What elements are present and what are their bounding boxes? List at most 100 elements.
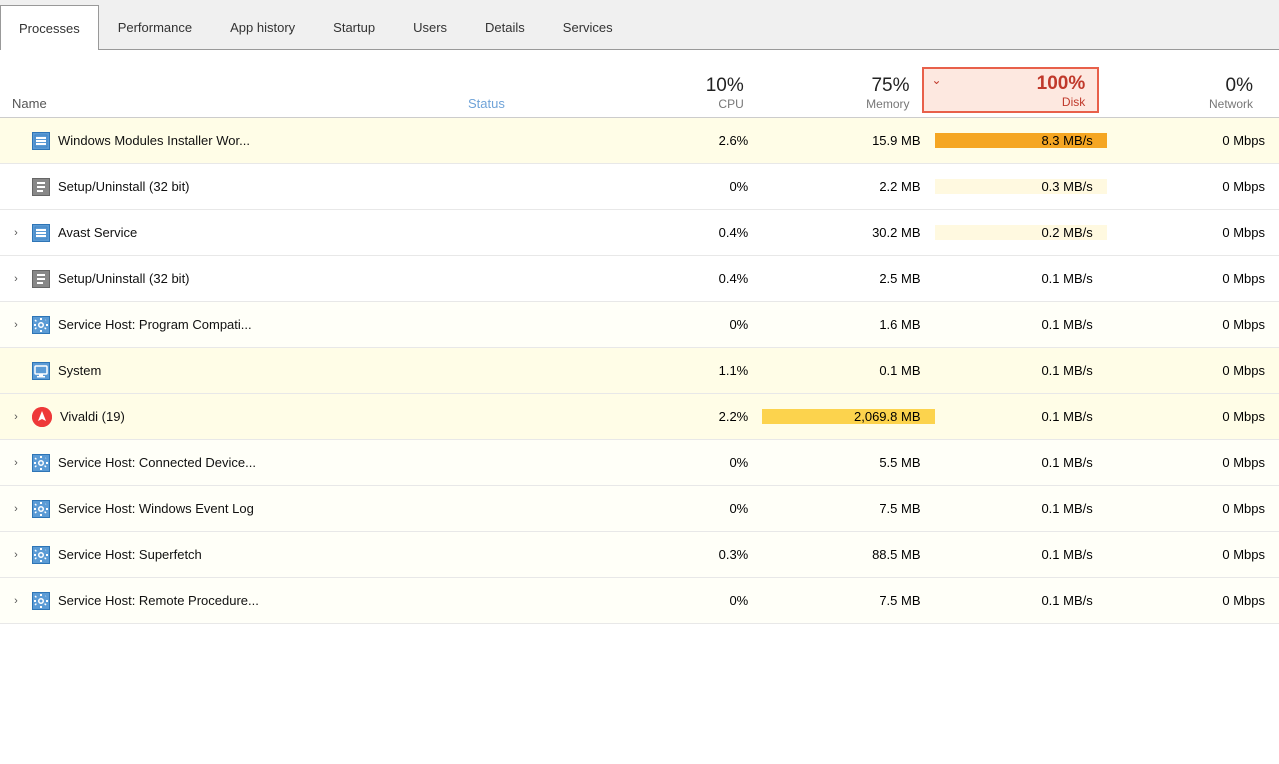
- col-status-header[interactable]: Status: [460, 96, 590, 113]
- tab-services[interactable]: Services: [544, 4, 632, 49]
- process-name: Service Host: Program Compati...: [58, 317, 252, 332]
- table-row[interactable]: › Avast Service 0.4% 30.2 MB 0.2 MB/s 0 …: [0, 210, 1279, 256]
- column-headers: Name Status 10% CPU 75% Memory ⌄ 100% Di…: [0, 50, 1279, 118]
- cell-memory: 88.5 MB: [762, 547, 934, 562]
- service-icon: [32, 224, 50, 242]
- cell-cpu: 0.4%: [590, 225, 762, 240]
- process-name: Setup/Uninstall (32 bit): [58, 179, 190, 194]
- system-icon: [32, 362, 50, 380]
- process-name: Service Host: Connected Device...: [58, 455, 256, 470]
- cell-disk: 0.1 MB/s: [935, 593, 1107, 608]
- cell-cpu: 1.1%: [590, 363, 762, 378]
- cell-cpu: 0%: [590, 317, 762, 332]
- table-row[interactable]: Setup/Uninstall (32 bit) 0% 2.2 MB 0.3 M…: [0, 164, 1279, 210]
- tab-details[interactable]: Details: [466, 4, 544, 49]
- cell-name: › Service Host: Connected Device...: [0, 454, 460, 472]
- process-name: Windows Modules Installer Wor...: [58, 133, 250, 148]
- table-row[interactable]: › Service Host: Superfetch 0.3% 88.5 MB …: [0, 532, 1279, 578]
- process-name: Setup/Uninstall (32 bit): [58, 271, 190, 286]
- cell-network: 0 Mbps: [1107, 133, 1279, 148]
- col-disk-header[interactable]: ⌄ 100% Disk: [922, 67, 1100, 113]
- cell-cpu: 0%: [590, 455, 762, 470]
- cell-disk: 0.3 MB/s: [935, 179, 1107, 194]
- expand-button[interactable]: ›: [8, 227, 24, 239]
- col-memory-header[interactable]: 75% Memory: [756, 75, 922, 113]
- cell-disk: 0.1 MB/s: [935, 409, 1107, 424]
- gear-icon: [32, 546, 50, 564]
- table-row[interactable]: › Setup/Uninstall (32 bit) 0.4% 2.5 MB 0…: [0, 256, 1279, 302]
- cell-memory: 1.6 MB: [762, 317, 934, 332]
- table-row[interactable]: › Service Host: Connected Device... 0% 5…: [0, 440, 1279, 486]
- expand-button[interactable]: ›: [8, 411, 24, 423]
- gear-icon: [32, 500, 50, 518]
- tab-bar: Processes Performance App history Startu…: [0, 0, 1279, 50]
- service-icon: [32, 132, 50, 150]
- cell-name: › Service Host: Program Compati...: [0, 316, 460, 334]
- cell-memory: 7.5 MB: [762, 593, 934, 608]
- tab-startup[interactable]: Startup: [314, 4, 394, 49]
- process-table[interactable]: Windows Modules Installer Wor... 2.6% 15…: [0, 118, 1279, 764]
- expand-button[interactable]: ›: [8, 503, 24, 515]
- tab-app-history[interactable]: App history: [211, 4, 314, 49]
- cell-disk: 0.1 MB/s: [935, 501, 1107, 516]
- process-name: Avast Service: [58, 225, 137, 240]
- expand-button[interactable]: ›: [8, 319, 24, 331]
- cell-name: › Service Host: Remote Procedure...: [0, 592, 460, 610]
- cell-name: › Service Host: Windows Event Log: [0, 500, 460, 518]
- cell-cpu: 0.3%: [590, 547, 762, 562]
- cell-disk: 0.1 MB/s: [935, 547, 1107, 562]
- cell-name: System: [0, 362, 460, 380]
- cell-name: › Setup/Uninstall (32 bit): [0, 270, 460, 288]
- expand-button[interactable]: ›: [8, 595, 24, 607]
- cell-cpu: 2.2%: [590, 409, 762, 424]
- expand-button[interactable]: ›: [8, 273, 24, 285]
- cell-memory: 30.2 MB: [762, 225, 934, 240]
- cell-name: Windows Modules Installer Wor...: [0, 132, 460, 150]
- cell-name: › Avast Service: [0, 224, 460, 242]
- cell-network: 0 Mbps: [1107, 409, 1279, 424]
- cell-memory: 5.5 MB: [762, 455, 934, 470]
- table-row[interactable]: › Service Host: Windows Event Log 0% 7.5…: [0, 486, 1279, 532]
- tab-users[interactable]: Users: [394, 4, 466, 49]
- cell-memory: 0.1 MB: [762, 363, 934, 378]
- cell-name: › Vivaldi (19): [0, 407, 460, 427]
- cell-memory: 15.9 MB: [762, 133, 934, 148]
- table-row[interactable]: System 1.1% 0.1 MB 0.1 MB/s 0 Mbps: [0, 348, 1279, 394]
- cell-disk: 8.3 MB/s: [935, 133, 1107, 148]
- gear-icon: [32, 316, 50, 334]
- cell-network: 0 Mbps: [1107, 271, 1279, 286]
- cell-cpu: 2.6%: [590, 133, 762, 148]
- cell-name: Setup/Uninstall (32 bit): [0, 178, 460, 196]
- cell-cpu: 0%: [590, 179, 762, 194]
- sort-arrow-icon: ⌄: [932, 73, 942, 87]
- table-row[interactable]: Windows Modules Installer Wor... 2.6% 15…: [0, 118, 1279, 164]
- cell-name: › Service Host: Superfetch: [0, 546, 460, 564]
- expand-button[interactable]: ›: [8, 457, 24, 469]
- col-name-header[interactable]: Name: [0, 96, 460, 113]
- col-cpu-header[interactable]: 10% CPU: [590, 75, 756, 113]
- cell-cpu: 0.4%: [590, 271, 762, 286]
- expand-button[interactable]: ›: [8, 549, 24, 561]
- table-row[interactable]: › Service Host: Program Compati... 0% 1.…: [0, 302, 1279, 348]
- tab-processes[interactable]: Processes: [0, 5, 99, 50]
- cell-network: 0 Mbps: [1107, 317, 1279, 332]
- process-name: Service Host: Windows Event Log: [58, 501, 254, 516]
- cell-network: 0 Mbps: [1107, 455, 1279, 470]
- gear-icon: [32, 454, 50, 472]
- cell-memory: 7.5 MB: [762, 501, 934, 516]
- cell-network: 0 Mbps: [1107, 501, 1279, 516]
- cell-disk: 0.1 MB/s: [935, 363, 1107, 378]
- cell-memory: 2,069.8 MB: [762, 409, 934, 424]
- process-name: System: [58, 363, 101, 378]
- cell-disk: 0.1 MB/s: [935, 271, 1107, 286]
- tab-performance[interactable]: Performance: [99, 4, 211, 49]
- cell-network: 0 Mbps: [1107, 179, 1279, 194]
- table-row[interactable]: › Service Host: Remote Procedure... 0% 7…: [0, 578, 1279, 624]
- col-network-header[interactable]: 0% Network: [1099, 75, 1265, 113]
- cell-disk: 0.1 MB/s: [935, 455, 1107, 470]
- vivaldi-icon: [32, 407, 52, 427]
- cell-cpu: 0%: [590, 501, 762, 516]
- install-icon: [32, 270, 50, 288]
- content-area: Name Status 10% CPU 75% Memory ⌄ 100% Di…: [0, 50, 1279, 764]
- table-row[interactable]: › Vivaldi (19) 2.2% 2,069.8 MB 0.1 MB/s …: [0, 394, 1279, 440]
